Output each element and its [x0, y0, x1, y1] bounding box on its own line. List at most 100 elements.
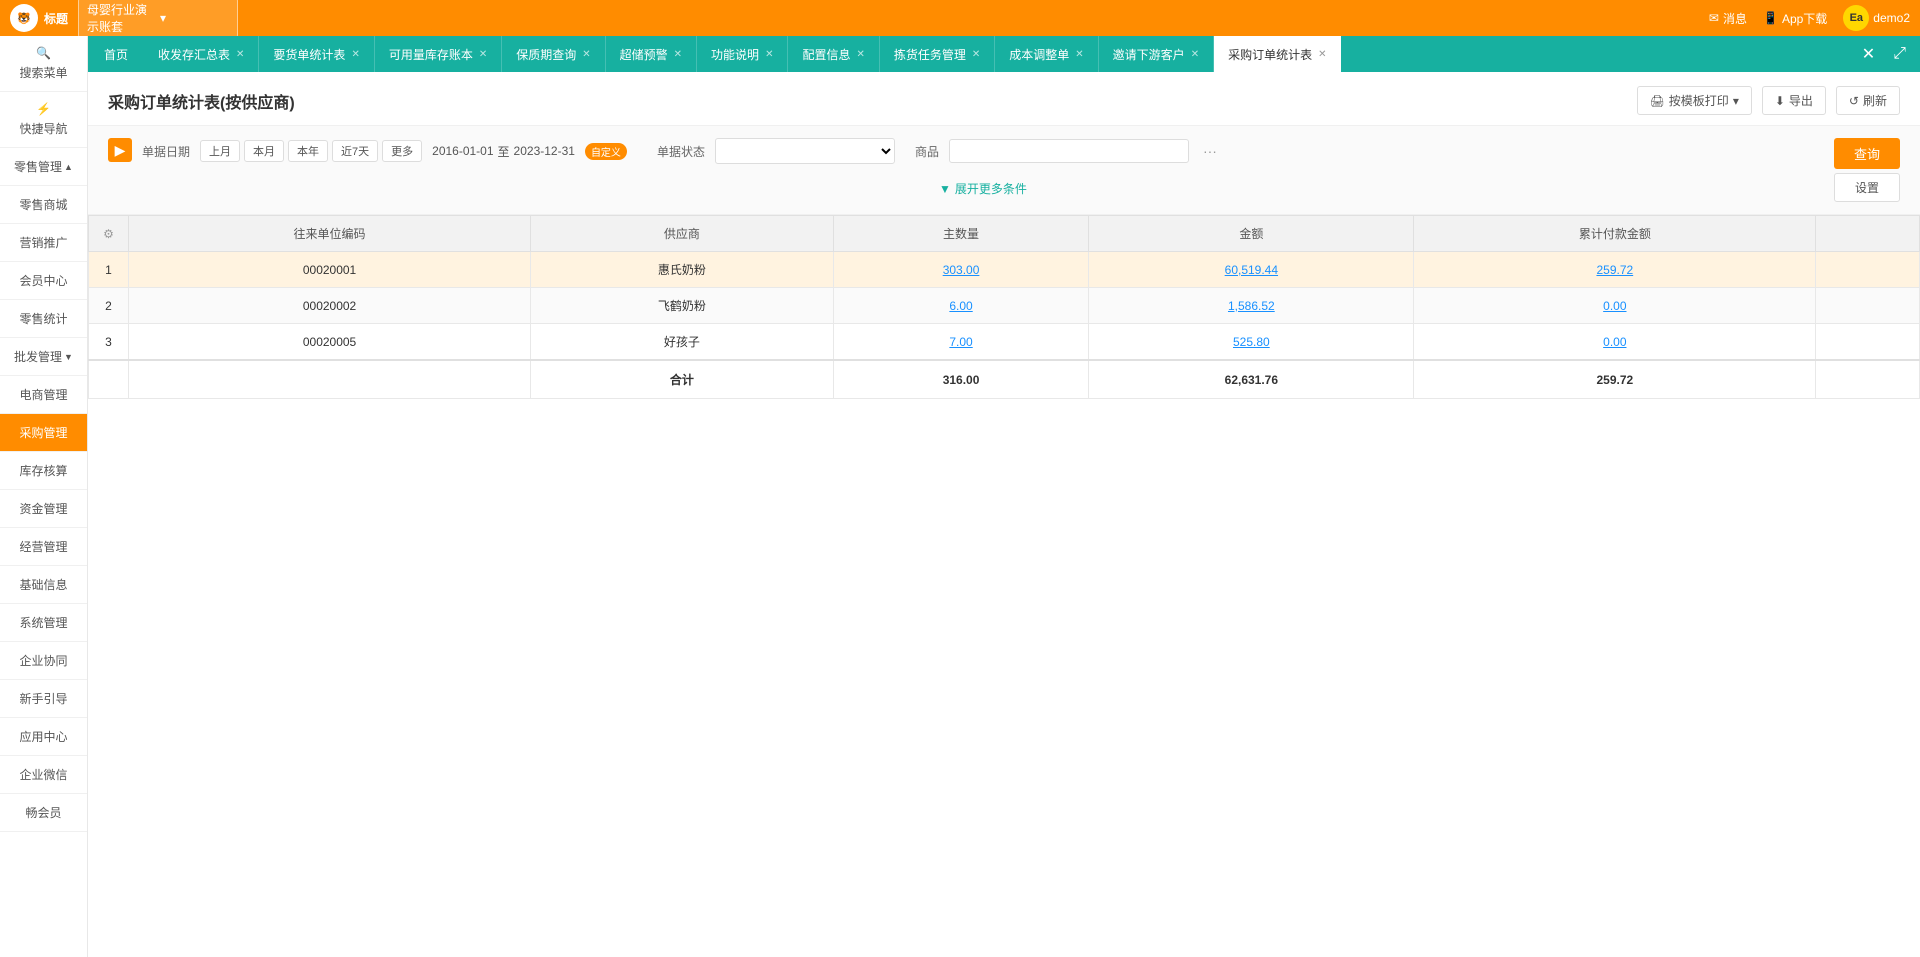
tab-purchase-stats[interactable]: 要货单统计表 ✕: [259, 36, 374, 72]
sidebar-item-search[interactable]: 🔍 搜索菜单: [0, 36, 87, 92]
sidebar-item-finance[interactable]: 资金管理: [0, 490, 87, 528]
sidebar-item-purchase[interactable]: 采购管理: [0, 414, 87, 452]
logo-text: 标题: [44, 10, 68, 27]
tab-available-stock[interactable]: 可用量库存账本 ✕: [375, 36, 502, 72]
export-button[interactable]: ⬇ 导出: [1762, 86, 1826, 115]
shortcut-7days[interactable]: 近7天: [332, 140, 378, 162]
col-qty: 主数量: [833, 216, 1089, 252]
avatar: Ea: [1843, 5, 1869, 31]
sidebar-item-base-info[interactable]: 基础信息: [0, 566, 87, 604]
tab-config-info-close-icon[interactable]: ✕: [856, 49, 864, 60]
tab-cost-adjust-close-icon[interactable]: ✕: [1075, 49, 1083, 60]
search-icon: 🔍: [36, 46, 51, 60]
table-row: 3 00020005 好孩子 7.00 525.80 0.00: [89, 324, 1920, 361]
tab-expiry-query[interactable]: 保质期查询 ✕: [502, 36, 605, 72]
row-paid[interactable]: 0.00: [1414, 324, 1816, 361]
table-row: 1 00020001 惠氏奶粉 303.00 60,519.44 259.72: [89, 252, 1920, 288]
sidebar-item-members[interactable]: 会员中心: [0, 262, 87, 300]
tab-collect-pay-close-icon[interactable]: ✕: [236, 49, 244, 60]
sidebar-item-wechat[interactable]: 企业微信: [0, 756, 87, 794]
sidebar-item-operations[interactable]: 经营管理: [0, 528, 87, 566]
app-download-btn[interactable]: 📱 App下载: [1763, 10, 1827, 27]
tab-maximize-icon[interactable]: ⤢: [1887, 43, 1912, 65]
tab-pick-task-close-icon[interactable]: ✕: [972, 49, 980, 60]
tab-invite-downstream[interactable]: 邀请下游客户 ✕: [1099, 36, 1214, 72]
row-paid[interactable]: 259.72: [1414, 252, 1816, 288]
tab-function-desc[interactable]: 功能说明 ✕: [697, 36, 788, 72]
sidebar-item-retail[interactable]: 零售管理 ▲: [0, 148, 87, 186]
refresh-icon: ↺: [1849, 94, 1859, 108]
tab-pick-task[interactable]: 拣货任务管理 ✕: [880, 36, 995, 72]
date-label: 单据日期: [142, 143, 190, 160]
workspace-label: 母婴行业演示账套: [87, 1, 156, 35]
sidebar-item-marketing[interactable]: 营销推广: [0, 224, 87, 262]
search-button[interactable]: 查询: [1834, 138, 1900, 169]
print-button[interactable]: 🖨 按模板打印 ▾: [1637, 86, 1752, 115]
tab-function-desc-close-icon[interactable]: ✕: [765, 49, 773, 60]
date-range: 2016-01-01 至 2023-12-31: [432, 143, 575, 160]
user-area[interactable]: Ea demo2: [1843, 5, 1910, 31]
tab-expiry-query-close-icon[interactable]: ✕: [582, 49, 590, 60]
tab-config-info[interactable]: 配置信息 ✕: [788, 36, 879, 72]
tab-overstock-warning-close-icon[interactable]: ✕: [674, 49, 682, 60]
sidebar-item-newbie[interactable]: 新手引导: [0, 680, 87, 718]
filter-toggle-btn[interactable]: ▶: [108, 138, 132, 162]
tab-bar: 首页 收发存汇总表 ✕ 要货单统计表 ✕ 可用量库存账本 ✕ 保质期查询 ✕ 超…: [88, 36, 1920, 72]
workspace-selector[interactable]: 母婴行业演示账套 ▾: [78, 0, 238, 38]
row-qty[interactable]: 6.00: [833, 288, 1089, 324]
goods-input[interactable]: [949, 139, 1189, 163]
row-code: 00020002: [129, 288, 531, 324]
tab-purchase-order-stats[interactable]: 采购订单统计表 ✕: [1214, 36, 1341, 72]
tab-overstock-warning[interactable]: 超储预警 ✕: [606, 36, 697, 72]
shortcut-more[interactable]: 更多: [382, 140, 422, 162]
row-qty[interactable]: 303.00: [833, 252, 1089, 288]
main-layout: 🔍 搜索菜单 ⚡ 快捷导航 零售管理 ▲ 零售商城 营销推广 会员中心 零售统计…: [0, 36, 1920, 957]
goods-label: 商品: [915, 143, 939, 160]
top-bar: 🐯 标题 母婴行业演示账套 ▾ ✉ 消息 📱 App下载 Ea demo2: [0, 0, 1920, 36]
tab-home[interactable]: 首页: [88, 36, 144, 72]
tab-purchase-stats-close-icon[interactable]: ✕: [351, 49, 359, 60]
data-table: ⚙ 往来单位编码 供应商 主数量 金额 累计付款金额 1 0002: [88, 215, 1920, 399]
goods-more-icon[interactable]: ···: [1199, 143, 1221, 159]
sidebar-item-wholesale[interactable]: 批发管理 ▼: [0, 338, 87, 376]
row-qty[interactable]: 7.00: [833, 324, 1089, 361]
shortcut-last-month[interactable]: 上月: [200, 140, 240, 162]
tab-collect-pay[interactable]: 收发存汇总表 ✕: [144, 36, 259, 72]
sidebar-item-ecommerce[interactable]: 电商管理: [0, 376, 87, 414]
column-settings-icon[interactable]: ⚙: [103, 227, 114, 241]
status-select[interactable]: [715, 138, 895, 164]
row-supplier: 飞鹤奶粉: [531, 288, 834, 324]
row-paid[interactable]: 0.00: [1414, 288, 1816, 324]
tab-invite-downstream-close-icon[interactable]: ✕: [1191, 49, 1199, 60]
sidebar: 🔍 搜索菜单 ⚡ 快捷导航 零售管理 ▲ 零售商城 营销推广 会员中心 零售统计…: [0, 36, 88, 957]
row-amount[interactable]: 1,586.52: [1089, 288, 1414, 324]
col-extra: [1816, 216, 1920, 252]
tab-close-all-icon[interactable]: ✕: [1856, 42, 1881, 66]
row-amount[interactable]: 60,519.44: [1089, 252, 1414, 288]
sidebar-item-retail-stats[interactable]: 零售统计: [0, 300, 87, 338]
expand-more-btn[interactable]: ▼ 展开更多条件: [939, 180, 1027, 197]
refresh-button[interactable]: ↺ 刷新: [1836, 86, 1900, 115]
row-supplier: 好孩子: [531, 324, 834, 361]
status-label: 单据状态: [657, 143, 705, 160]
sidebar-item-enterprise[interactable]: 企业协同: [0, 642, 87, 680]
shortcut-this-year[interactable]: 本年: [288, 140, 328, 162]
tab-purchase-order-stats-close-icon[interactable]: ✕: [1318, 49, 1326, 60]
row-code: 00020005: [129, 324, 531, 361]
col-code: 往来单位编码: [129, 216, 531, 252]
sidebar-item-shortcut[interactable]: ⚡ 快捷导航: [0, 92, 87, 148]
col-supplier: 供应商: [531, 216, 834, 252]
tab-available-stock-close-icon[interactable]: ✕: [479, 49, 487, 60]
sidebar-item-system[interactable]: 系统管理: [0, 604, 87, 642]
tab-cost-adjust[interactable]: 成本调整单 ✕: [995, 36, 1098, 72]
row-amount[interactable]: 525.80: [1089, 324, 1414, 361]
message-btn[interactable]: ✉ 消息: [1709, 10, 1747, 27]
sidebar-item-retail-shop[interactable]: 零售商城: [0, 186, 87, 224]
sidebar-item-app-center[interactable]: 应用中心: [0, 718, 87, 756]
sidebar-item-inventory[interactable]: 库存核算: [0, 452, 87, 490]
search-buttons: 查询 设置: [1834, 138, 1900, 202]
sidebar-item-vip[interactable]: 畅会员: [0, 794, 87, 832]
shortcut-this-month[interactable]: 本月: [244, 140, 284, 162]
col-checkbox: ⚙: [89, 216, 129, 252]
settings-button[interactable]: 设置: [1834, 173, 1900, 202]
